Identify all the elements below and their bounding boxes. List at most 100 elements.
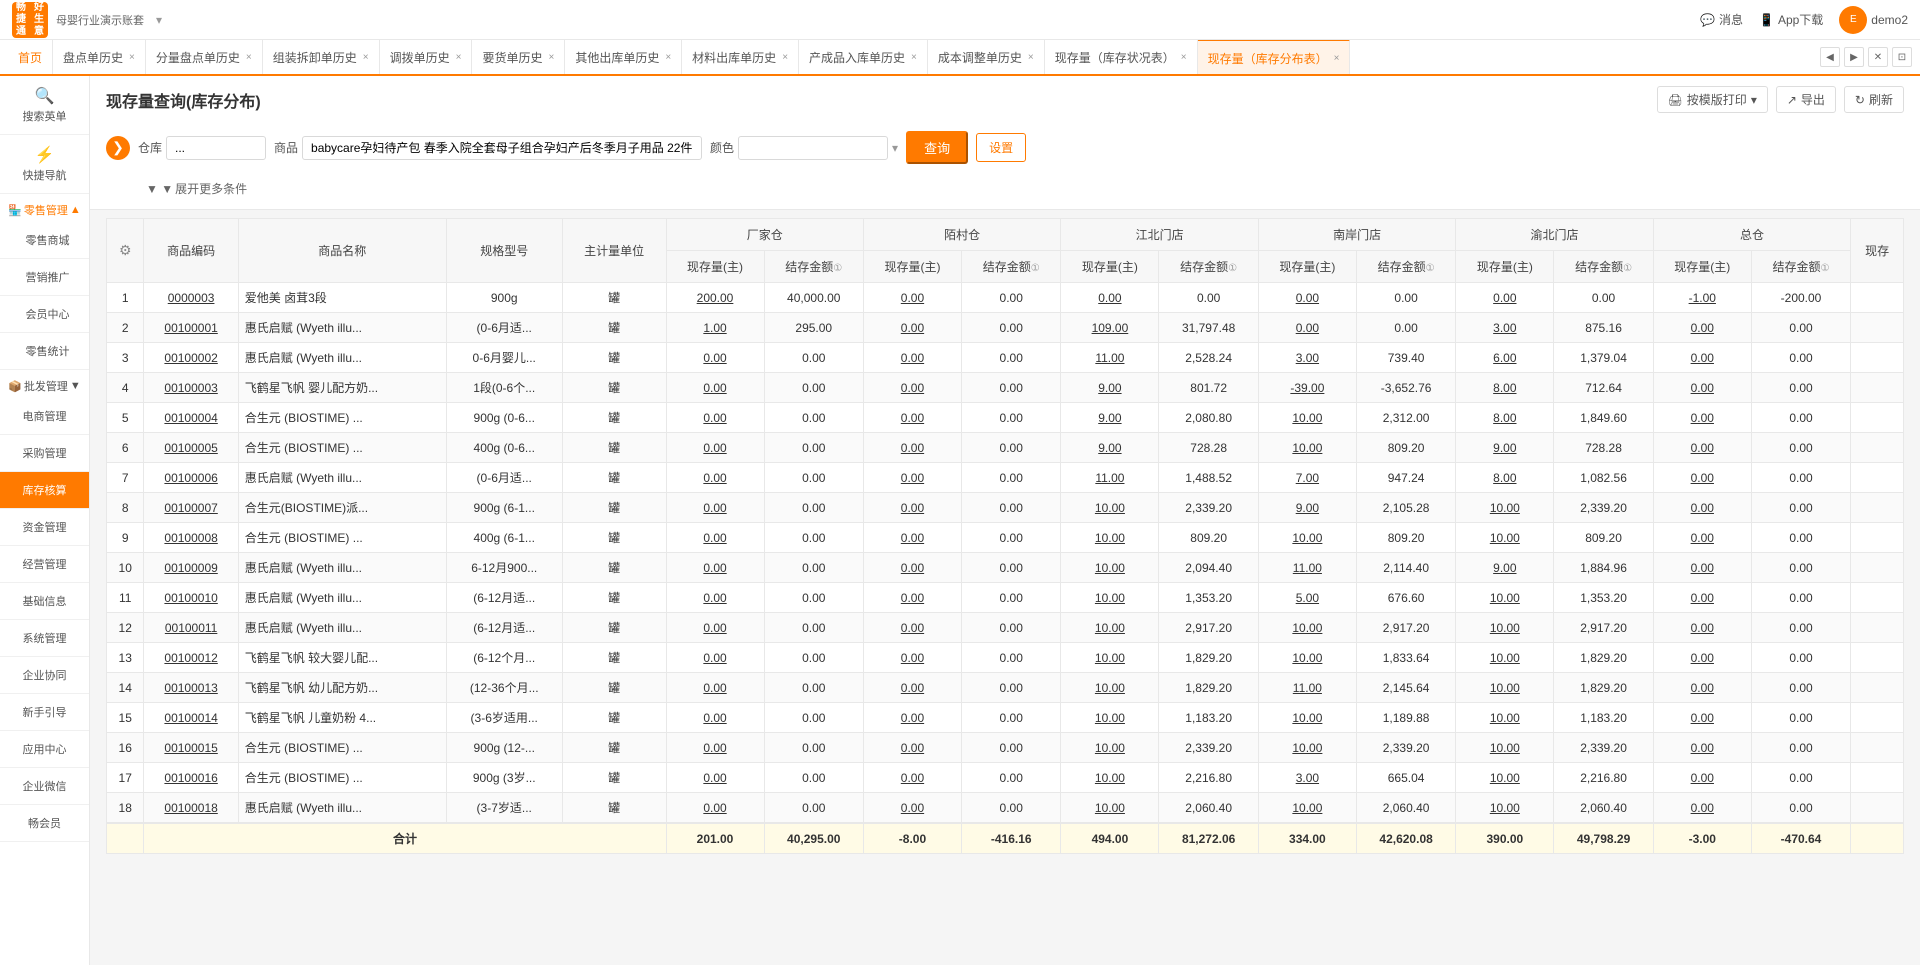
tab-chenben[interactable]: 成本调整单历史 × <box>928 40 1045 75</box>
sidebar-item-purchase[interactable]: 采购管理 <box>0 435 89 472</box>
row-mocunCun-qty[interactable]: 0.00 <box>863 283 961 313</box>
row-changjiaCun-qty[interactable]: 0.00 <box>666 343 764 373</box>
sidebar-item-ecommerce[interactable]: 电商管理 <box>0 398 89 435</box>
row-jiangbei-qty[interactable]: 10.00 <box>1061 793 1159 824</box>
settings-btn[interactable]: 设置 <box>976 133 1026 162</box>
row-changjiaCun-qty[interactable]: 0.00 <box>666 793 764 824</box>
row-changjiaCun-qty[interactable]: 0.00 <box>666 703 764 733</box>
row-nanan-qty[interactable]: 10.00 <box>1258 433 1356 463</box>
tabs-close-btn[interactable]: ✕ <box>1868 47 1888 67</box>
color-dropdown-icon[interactable]: ▾ <box>892 141 898 155</box>
row-nanan-qty[interactable]: 0.00 <box>1258 283 1356 313</box>
expand-conditions-btn[interactable]: ▼ ▼ 展开更多条件 <box>138 176 1904 201</box>
row-code[interactable]: 00100001 <box>144 313 238 343</box>
row-code[interactable]: 00100013 <box>144 673 238 703</box>
row-changjiaCun-qty[interactable]: 0.00 <box>666 373 764 403</box>
close-icon[interactable]: × <box>911 52 917 63</box>
row-yubei-qty[interactable]: 0.00 <box>1456 283 1554 313</box>
row-code[interactable]: 00100011 <box>144 613 238 643</box>
row-mocunCun-qty[interactable]: 0.00 <box>863 553 961 583</box>
row-nanan-qty[interactable]: 7.00 <box>1258 463 1356 493</box>
row-yubei-qty[interactable]: 8.00 <box>1456 463 1554 493</box>
row-mocunCun-qty[interactable]: 0.00 <box>863 313 961 343</box>
tab-cailiaochu[interactable]: 材料出库单历史 × <box>682 40 799 75</box>
row-nanan-qty[interactable]: 10.00 <box>1258 733 1356 763</box>
row-nanan-qty[interactable]: 9.00 <box>1258 493 1356 523</box>
sidebar-item-system[interactable]: 系统管理 <box>0 620 89 657</box>
row-jiangbei-qty[interactable]: 9.00 <box>1061 373 1159 403</box>
row-code[interactable]: 00100005 <box>144 433 238 463</box>
tab-diaobodan[interactable]: 调拨单历史 × <box>380 40 473 75</box>
tab-pandian[interactable]: 盘点单历史 × <box>53 40 146 75</box>
row-jiangbei-qty[interactable]: 109.00 <box>1061 313 1159 343</box>
color-input[interactable] <box>738 136 888 160</box>
row-changjiaCun-qty[interactable]: 0.00 <box>666 733 764 763</box>
row-total-qty[interactable]: -1.00 <box>1653 283 1751 313</box>
tab-xiancunfenbu[interactable]: 现存量（库存分布表）× <box>1198 40 1351 75</box>
row-jiangbei-qty[interactable]: 10.00 <box>1061 703 1159 733</box>
row-code[interactable]: 00100006 <box>144 463 238 493</box>
sidebar-item-search[interactable]: 🔍 搜索英单 <box>0 76 89 135</box>
row-mocunCun-qty[interactable]: 0.00 <box>863 583 961 613</box>
row-jiangbei-qty[interactable]: 10.00 <box>1061 523 1159 553</box>
row-jiangbei-qty[interactable]: 10.00 <box>1061 583 1159 613</box>
row-changjiaCun-qty[interactable]: 0.00 <box>666 553 764 583</box>
row-code[interactable]: 00100018 <box>144 793 238 824</box>
row-nanan-qty[interactable]: 10.00 <box>1258 523 1356 553</box>
row-nanan-qty[interactable]: 3.00 <box>1258 763 1356 793</box>
row-code[interactable]: 00100010 <box>144 583 238 613</box>
sidebar-item-marketing[interactable]: 营销推广 <box>0 259 89 296</box>
tab-xiancunkuang[interactable]: 现存量（库存状况表）× <box>1045 40 1198 75</box>
row-mocunCun-qty[interactable]: 0.00 <box>863 673 961 703</box>
row-jiangbei-qty[interactable]: 10.00 <box>1061 763 1159 793</box>
close-icon[interactable]: × <box>665 52 671 63</box>
row-mocunCun-qty[interactable]: 0.00 <box>863 733 961 763</box>
row-yubei-qty[interactable]: 8.00 <box>1456 373 1554 403</box>
sidebar-item-finance[interactable]: 资金管理 <box>0 509 89 546</box>
warehouse-input[interactable] <box>166 136 266 160</box>
refresh-btn[interactable]: ↻ 刷新 <box>1844 86 1904 113</box>
tab-yaohuo[interactable]: 要货单历史 × <box>472 40 565 75</box>
row-code[interactable]: 00100014 <box>144 703 238 733</box>
sidebar-group-wholesale[interactable]: 📦 批发管理 ▼ <box>0 370 89 398</box>
row-mocunCun-qty[interactable]: 0.00 <box>863 523 961 553</box>
row-yubei-qty[interactable]: 6.00 <box>1456 343 1554 373</box>
row-changjiaCun-qty[interactable]: 0.00 <box>666 643 764 673</box>
sidebar-item-vip[interactable]: 畅会员 <box>0 805 89 842</box>
sidebar-item-retailmall[interactable]: 零售商城 <box>0 222 89 259</box>
row-mocunCun-qty[interactable]: 0.00 <box>863 373 961 403</box>
row-code[interactable]: 00100003 <box>144 373 238 403</box>
close-icon[interactable]: × <box>1028 52 1034 63</box>
row-jiangbei-qty[interactable]: 0.00 <box>1061 283 1159 313</box>
row-total-qty[interactable]: 0.00 <box>1653 313 1751 343</box>
row-code[interactable]: 00100012 <box>144 643 238 673</box>
row-mocunCun-qty[interactable]: 0.00 <box>863 793 961 824</box>
row-mocunCun-qty[interactable]: 0.00 <box>863 463 961 493</box>
toggle-filter-btn[interactable]: ❯ <box>106 136 130 160</box>
row-mocunCun-qty[interactable]: 0.00 <box>863 643 961 673</box>
row-jiangbei-qty[interactable]: 11.00 <box>1061 463 1159 493</box>
row-yubei-qty[interactable]: 8.00 <box>1456 403 1554 433</box>
sidebar-item-wxwork[interactable]: 企业微信 <box>0 768 89 805</box>
row-total-qty[interactable]: 0.00 <box>1653 493 1751 523</box>
row-yubei-qty[interactable]: 9.00 <box>1456 553 1554 583</box>
export-btn[interactable]: ↗ 导出 <box>1776 86 1836 113</box>
close-icon[interactable]: × <box>548 52 554 63</box>
close-icon[interactable]: × <box>1334 53 1340 64</box>
row-code[interactable]: 00100007 <box>144 493 238 523</box>
tab-fenpandian[interactable]: 分量盘点单历史 × <box>146 40 263 75</box>
row-jiangbei-qty[interactable]: 9.00 <box>1061 403 1159 433</box>
row-yubei-qty[interactable]: 10.00 <box>1456 583 1554 613</box>
close-icon[interactable]: × <box>363 52 369 63</box>
sidebar-group-retail[interactable]: 🏪 零售管理 ▲ <box>0 194 89 222</box>
row-jiangbei-qty[interactable]: 9.00 <box>1061 433 1159 463</box>
sidebar-item-member[interactable]: 会员中心 <box>0 296 89 333</box>
row-yubei-qty[interactable]: 3.00 <box>1456 313 1554 343</box>
row-code[interactable]: 00100015 <box>144 733 238 763</box>
row-changjiaCun-qty[interactable]: 0.00 <box>666 673 764 703</box>
row-jiangbei-qty[interactable]: 10.00 <box>1061 553 1159 583</box>
goods-input[interactable] <box>302 136 702 160</box>
sidebar-item-apps[interactable]: 应用中心 <box>0 731 89 768</box>
row-total-qty[interactable]: 0.00 <box>1653 373 1751 403</box>
row-mocunCun-qty[interactable]: 0.00 <box>863 403 961 433</box>
